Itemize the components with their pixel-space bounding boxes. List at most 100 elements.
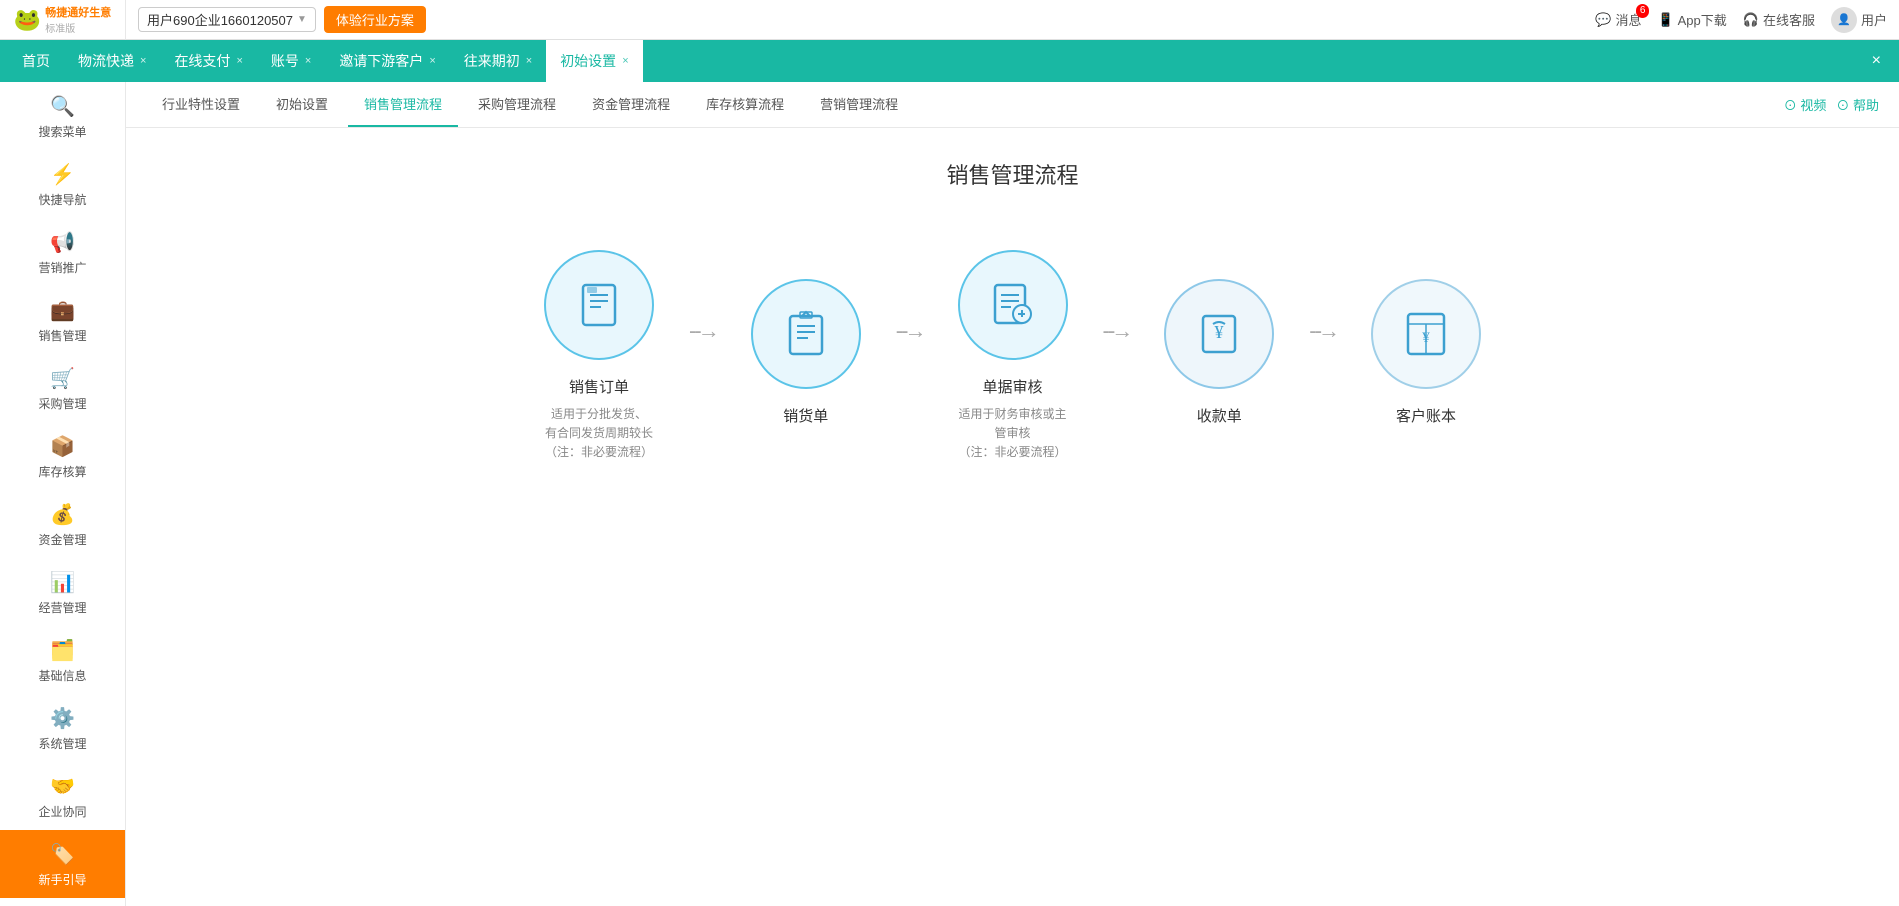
subtab-sales-flow[interactable]: 销售管理流程 — [348, 82, 458, 127]
sidebar: 🔍 搜索菜单 ⚡ 快捷导航 📢 营销推广 💼 销售管理 🛒 采购管理 📦 库存核… — [0, 82, 126, 906]
quicknav-icon: ⚡ — [50, 162, 75, 187]
nav-payment-label: 在线支付 — [174, 51, 230, 71]
message-btn[interactable]: 💬 消息 6 — [1595, 10, 1641, 29]
flow-arrow-2: - -→ — [896, 318, 923, 344]
audit-icon — [987, 279, 1039, 331]
user-selector[interactable]: 用户690企业1660120507 ▼ — [138, 7, 316, 32]
search-icon: 🔍 — [50, 94, 75, 119]
nav-item-init-settings[interactable]: 初始设置 × — [546, 40, 642, 82]
sidebar-item-basic[interactable]: 🗂️ 基础信息 — [0, 626, 125, 694]
subtab-marketing-flow[interactable]: 营销管理流程 — [804, 82, 914, 127]
sidebar-item-inventory[interactable]: 📦 库存核算 — [0, 422, 125, 490]
nav-logistics-label: 物流快递 — [78, 51, 134, 71]
sidebar-item-search[interactable]: 🔍 搜索菜单 — [0, 82, 125, 150]
avatar: 👤 — [1831, 7, 1857, 33]
nav-invite-label: 邀请下游客户 — [339, 51, 423, 71]
nav-init-settings-label: 初始设置 — [560, 51, 616, 71]
ops-icon: 📊 — [50, 570, 75, 595]
user-name-label: 用户 — [1861, 10, 1887, 29]
experience-btn[interactable]: 体验行业方案 — [324, 6, 426, 33]
svg-text:¥: ¥ — [1215, 322, 1224, 342]
sidebar-label-guide: 新手引导 — [38, 871, 86, 888]
subtab-inventory-flow[interactable]: 库存核算流程 — [690, 82, 800, 127]
nav-item-payment[interactable]: 在线支付 × — [160, 40, 256, 82]
flow-label-audit: 单据审核 — [982, 376, 1042, 397]
sidebar-item-finance[interactable]: 💰 资金管理 — [0, 490, 125, 558]
main-content: 行业特性设置 初始设置 销售管理流程 采购管理流程 资金管理流程 库存核算流程 … — [126, 82, 1899, 906]
flow-arrow-1: - -→ — [689, 318, 716, 344]
help-link[interactable]: ⊙ 帮助 — [1836, 95, 1879, 114]
user-avatar-btn[interactable]: 👤 用户 — [1831, 7, 1887, 33]
sidebar-item-appstore[interactable]: 📱 应用中心 — [0, 898, 125, 906]
close-icon[interactable]: × — [526, 55, 532, 67]
sales-icon: 💼 — [50, 298, 75, 323]
subtab-finance-flow[interactable]: 资金管理流程 — [576, 82, 686, 127]
download-icon: 📱 — [1657, 12, 1673, 28]
online-service-btn[interactable]: 🎧 在线客服 — [1743, 10, 1815, 29]
close-icon[interactable]: × — [305, 55, 311, 67]
sidebar-item-sales[interactable]: 💼 销售管理 — [0, 286, 125, 354]
nav-period-label: 往来期初 — [464, 51, 520, 71]
subtab-purchase-flow[interactable]: 采购管理流程 — [462, 82, 572, 127]
nav-item-home[interactable]: 首页 — [8, 40, 64, 82]
logo-text-line2: 标准版 — [45, 20, 111, 35]
sidebar-item-quicknav[interactable]: ⚡ 快捷导航 — [0, 150, 125, 218]
sidebar-label-marketing: 营销推广 — [38, 259, 86, 276]
enterprise-icon: 🤝 — [50, 774, 75, 799]
close-icon[interactable]: × — [622, 55, 628, 67]
nav-item-period[interactable]: 往来期初 × — [450, 40, 546, 82]
sidebar-label-inventory: 库存核算 — [38, 463, 86, 480]
user-selector-text: 用户690企业1660120507 — [147, 10, 293, 29]
chevron-down-icon: ▼ — [297, 14, 307, 25]
receipt-icon: ¥ — [1193, 308, 1245, 360]
flow-desc-audit: 适用于财务审核或主管审核（注：非必要流程） — [958, 405, 1066, 463]
nav-bar: 首页 物流快递 × 在线支付 × 账号 × 邀请下游客户 × 往来期初 × 初始… — [0, 40, 1899, 82]
sidebar-item-guide[interactable]: 🏷️ 新手引导 — [0, 830, 125, 898]
guide-icon: 🏷️ — [50, 842, 75, 867]
subtab-init[interactable]: 初始设置 — [260, 82, 344, 127]
video-link[interactable]: ⊙ 视频 — [1784, 95, 1827, 114]
ledger-icon: ¥ — [1400, 308, 1452, 360]
sidebar-item-purchase[interactable]: 🛒 采购管理 — [0, 354, 125, 422]
sidebar-label-system: 系统管理 — [38, 735, 86, 752]
sidebar-label-quicknav: 快捷导航 — [38, 191, 86, 208]
sidebar-label-purchase: 采购管理 — [38, 395, 86, 412]
nav-account-label: 账号 — [271, 51, 299, 71]
app-download-btn[interactable]: 📱 App下载 — [1657, 10, 1726, 29]
nav-close-all-btn[interactable]: × — [1862, 52, 1891, 70]
message-icon: 💬 — [1595, 12, 1611, 28]
logo-icon: 🐸 — [14, 7, 41, 33]
nav-item-account[interactable]: 账号 × — [257, 40, 325, 82]
page-title: 销售管理流程 — [146, 158, 1879, 190]
sidebar-item-system[interactable]: ⚙️ 系统管理 — [0, 694, 125, 762]
flow-arrow-4: - -→ — [1309, 318, 1336, 344]
close-icon[interactable]: × — [429, 55, 435, 67]
message-badge: 6 — [1636, 4, 1650, 18]
flow-step-audit: 单据审核 适用于财务审核或主管审核（注：非必要流程） — [933, 250, 1093, 463]
sidebar-item-ops[interactable]: 📊 经营管理 — [0, 558, 125, 626]
flow-label-receipt: 收款单 — [1197, 405, 1242, 426]
sidebar-label-enterprise: 企业协同 — [38, 803, 86, 820]
subtab-industry[interactable]: 行业特性设置 — [146, 82, 256, 127]
sub-tabs-bar: 行业特性设置 初始设置 销售管理流程 采购管理流程 资金管理流程 库存核算流程 … — [126, 82, 1899, 128]
sidebar-item-marketing[interactable]: 📢 营销推广 — [0, 218, 125, 286]
flow-step-sales-order: 销售订单 适用于分批发货、有合同发货周期较长（注：非必要流程） — [519, 250, 679, 463]
sidebar-label-sales: 销售管理 — [38, 327, 86, 344]
sidebar-label-ops: 经营管理 — [38, 599, 86, 616]
svg-text:¥: ¥ — [1422, 330, 1430, 346]
marketing-icon: 📢 — [50, 230, 75, 255]
headset-icon: 🎧 — [1743, 12, 1759, 28]
close-icon[interactable]: × — [236, 55, 242, 67]
flow-arrow-3: - -→ — [1103, 318, 1130, 344]
nav-item-logistics[interactable]: 物流快递 × — [64, 40, 160, 82]
nav-item-invite[interactable]: 邀请下游客户 × — [325, 40, 449, 82]
nav-home-label: 首页 — [22, 51, 50, 71]
sidebar-item-enterprise[interactable]: 🤝 企业协同 — [0, 762, 125, 830]
logo-text-line1: 畅捷通好生意 — [45, 4, 111, 20]
sidebar-label-basic: 基础信息 — [38, 667, 86, 684]
inventory-icon: 📦 — [50, 434, 75, 459]
flow-step-ledger: ¥ 客户账本 — [1346, 279, 1506, 434]
sales-order-icon — [573, 279, 625, 331]
delivery-icon — [780, 308, 832, 360]
close-icon[interactable]: × — [140, 55, 146, 67]
